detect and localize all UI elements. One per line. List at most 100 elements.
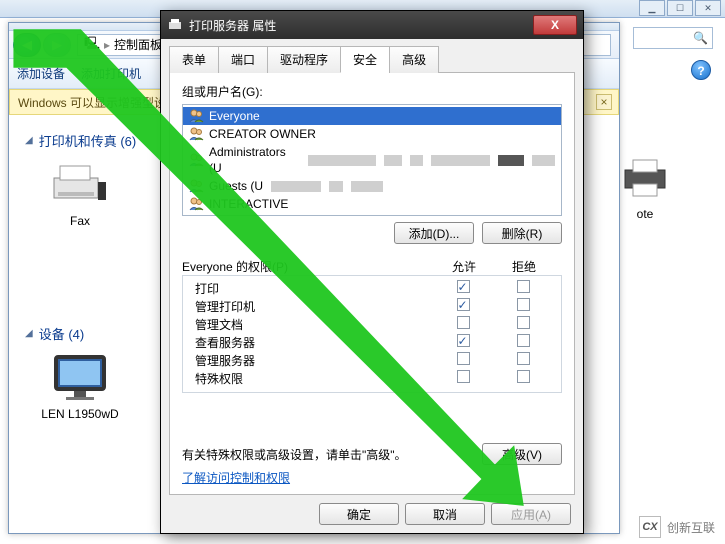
deny-checkbox[interactable]	[517, 370, 530, 383]
breadcrumb-text: 控制面板	[114, 36, 162, 53]
permission-row: 打印	[191, 280, 553, 298]
add-user-button[interactable]: 添加(D)...	[394, 222, 474, 244]
redacted-text	[498, 155, 523, 166]
nav-forward-button[interactable]: ▶	[43, 33, 71, 57]
allow-checkbox[interactable]	[457, 370, 470, 383]
deny-checkbox[interactable]	[517, 280, 530, 293]
user-row[interactable]: Guests (U	[183, 177, 561, 195]
redacted-text	[384, 155, 402, 166]
user-name: Administrators (U	[209, 144, 300, 176]
remove-user-button[interactable]: 删除(R)	[482, 222, 562, 244]
users-label: 组或用户名(G):	[182, 83, 562, 100]
user-name: Everyone	[209, 108, 260, 124]
nav-back-button[interactable]: ◀	[13, 33, 41, 57]
users-listbox[interactable]: Everyone CREATOR OWNER Administrators (U Gu…	[182, 104, 562, 216]
watermark-text: 创新互联	[667, 519, 715, 536]
redacted-text	[329, 181, 343, 192]
add-device-button[interactable]: 添加设备	[17, 65, 65, 82]
security-panel: 组或用户名(G): Everyone CREATOR OWNER Administr…	[169, 73, 575, 495]
fax-icon	[48, 160, 112, 208]
device-label: LEN L1950wD	[35, 407, 125, 421]
cancel-button[interactable]: 取消	[405, 503, 485, 525]
redacted-text	[308, 155, 376, 166]
permission-name: 查看服务器	[191, 334, 433, 352]
dialog-title: 打印服务器 属性	[189, 17, 533, 34]
watermark: CX 创新互联	[639, 516, 715, 538]
info-bar-close[interactable]: ×	[596, 94, 612, 110]
permission-row: 查看服务器	[191, 334, 553, 352]
permission-row: 管理打印机	[191, 298, 553, 316]
permission-row: 特殊权限	[191, 370, 553, 388]
permission-name: 管理服务器	[191, 352, 433, 370]
allow-checkbox[interactable]	[457, 352, 470, 365]
group-devices-label: 设备 (4)	[39, 324, 85, 343]
permission-name: 管理文档	[191, 316, 433, 334]
user-name: INTERACTIVE	[209, 196, 288, 212]
deny-header: 拒绝	[494, 258, 554, 275]
advanced-hint: 有关特殊权限或高级设置，请单击"高级"。	[182, 446, 482, 463]
permission-row: 管理文档	[191, 316, 553, 334]
allow-checkbox[interactable]	[457, 280, 470, 293]
user-row[interactable]: Administrators (U	[183, 143, 561, 177]
allow-header: 允许	[434, 258, 494, 275]
allow-checkbox[interactable]	[457, 316, 470, 329]
permissions-label: Everyone 的权限(P)	[182, 258, 434, 275]
printer-icon	[623, 158, 667, 198]
redacted-text	[431, 155, 490, 166]
bg-max-button[interactable]: ☐	[667, 0, 693, 16]
printer-icon	[167, 17, 183, 33]
device-note[interactable]: ote	[621, 158, 669, 221]
redacted-text	[351, 181, 383, 192]
search-box[interactable]: 🔍	[633, 27, 713, 49]
deny-checkbox[interactable]	[517, 316, 530, 329]
users-icon	[189, 179, 204, 193]
ok-button[interactable]: 确定	[319, 503, 399, 525]
search-icon: 🔍	[693, 31, 708, 45]
device-fax[interactable]: Fax	[35, 160, 125, 284]
tab-advanced[interactable]: 高级	[389, 46, 439, 73]
permission-row: 管理服务器	[191, 352, 553, 370]
users-icon	[189, 197, 204, 211]
dialog-tabs: 表单 端口 驱动程序 安全 高级	[169, 45, 575, 73]
device-label: Fax	[35, 214, 125, 228]
collapse-icon: ◢	[25, 328, 33, 339]
dialog-close-button[interactable]: X	[533, 15, 577, 35]
user-name: Guests (U	[209, 178, 263, 194]
redacted-text	[532, 155, 555, 166]
user-name: CREATOR OWNER	[209, 126, 316, 142]
permission-name: 管理打印机	[191, 298, 433, 316]
permissions-list: 打印管理打印机管理文档查看服务器管理服务器特殊权限	[182, 275, 562, 393]
tab-security[interactable]: 安全	[340, 46, 390, 73]
bg-close-button[interactable]: ✕	[695, 0, 721, 16]
help-button[interactable]: ?	[691, 60, 711, 80]
info-bar-text: Windows 可以显示增强型设	[18, 94, 166, 111]
redacted-text	[410, 155, 424, 166]
tab-drivers[interactable]: 驱动程序	[267, 46, 341, 73]
device-monitor[interactable]: LEN L1950wD	[35, 353, 125, 477]
apply-button[interactable]: 应用(A)	[491, 503, 571, 525]
learn-access-link[interactable]: 了解访问控制和权限	[182, 469, 562, 486]
deny-checkbox[interactable]	[517, 352, 530, 365]
permission-name: 特殊权限	[191, 370, 433, 388]
redacted-text	[271, 181, 321, 192]
users-icon	[189, 127, 204, 141]
dialog-titlebar[interactable]: 打印服务器 属性 X	[161, 11, 583, 39]
user-row[interactable]: INTERACTIVE	[183, 195, 561, 213]
user-row[interactable]: Everyone	[183, 107, 561, 125]
add-printer-button[interactable]: 添加打印机	[81, 65, 141, 82]
users-icon	[189, 109, 204, 123]
deny-checkbox[interactable]	[517, 334, 530, 347]
deny-checkbox[interactable]	[517, 298, 530, 311]
watermark-logo: CX	[639, 516, 661, 538]
print-server-properties-dialog: 打印服务器 属性 X 表单 端口 驱动程序 安全 高级 组或用户名(G): Ev…	[160, 10, 584, 534]
computer-icon: 🖳	[84, 34, 100, 55]
monitor-icon	[48, 353, 112, 401]
allow-checkbox[interactable]	[457, 334, 470, 347]
tab-ports[interactable]: 端口	[218, 46, 268, 73]
advanced-button[interactable]: 高级(V)	[482, 443, 562, 465]
tab-forms[interactable]: 表单	[169, 46, 219, 73]
users-icon	[189, 153, 204, 167]
allow-checkbox[interactable]	[457, 298, 470, 311]
bg-min-button[interactable]: ▁	[639, 0, 665, 16]
user-row[interactable]: CREATOR OWNER	[183, 125, 561, 143]
